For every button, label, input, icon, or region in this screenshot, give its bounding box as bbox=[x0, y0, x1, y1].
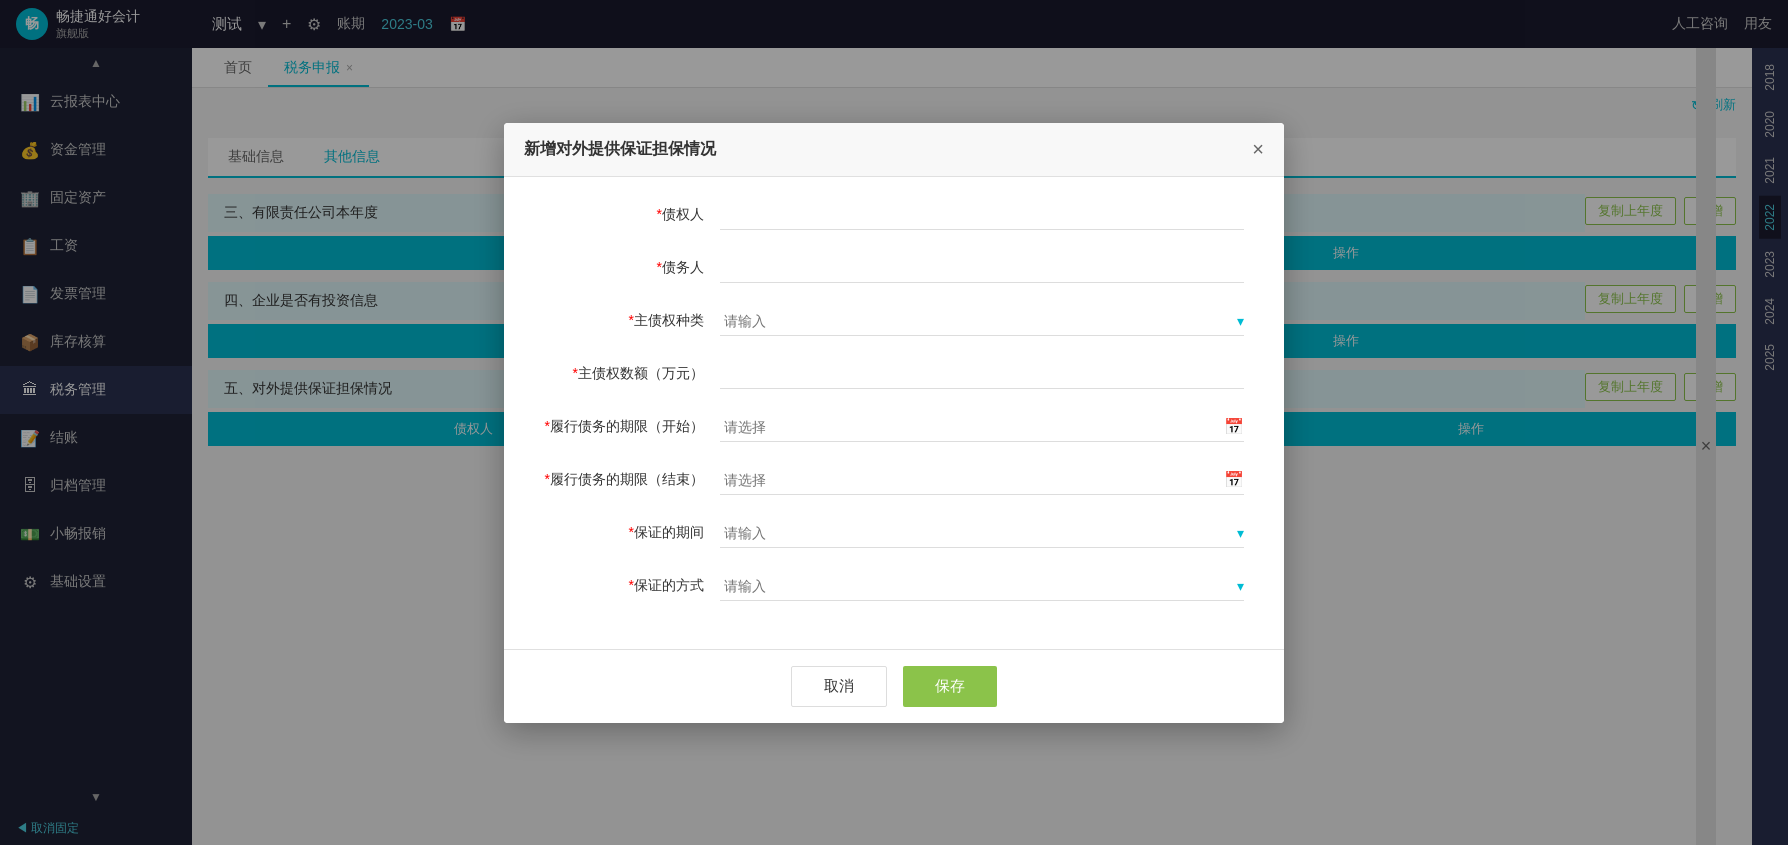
select-wrapper-period-start: 📅 bbox=[720, 413, 1244, 442]
select-wrapper-period-end: 📅 bbox=[720, 466, 1244, 495]
form-row-debtor: *债务人 bbox=[544, 254, 1244, 283]
modal-overlay: 新增对外提供保证担保情况 × *债权人 *债务人 *主债权种类 bbox=[0, 0, 1788, 845]
label-debtor: *债务人 bbox=[544, 259, 704, 277]
input-period-start[interactable] bbox=[720, 413, 1224, 441]
select-wrapper-guarantee-method: ▾ bbox=[720, 572, 1244, 601]
modal-footer: 取消 保存 bbox=[504, 649, 1284, 723]
select-wrapper-claim-type: ▾ bbox=[720, 307, 1244, 336]
modal-body: *债权人 *债务人 *主债权种类 ▾ bbox=[504, 177, 1284, 649]
select-guarantee-period[interactable] bbox=[720, 519, 1237, 547]
select-claim-type[interactable] bbox=[720, 307, 1237, 335]
save-button[interactable]: 保存 bbox=[903, 666, 997, 707]
label-guarantee-method: *保证的方式 bbox=[544, 577, 704, 595]
form-row-creditor: *债权人 bbox=[544, 201, 1244, 230]
calendar-period-end[interactable]: 📅 bbox=[1224, 470, 1244, 489]
label-creditor: *债权人 bbox=[544, 206, 704, 224]
form-row-period-start: *履行债务的期限（开始） 📅 bbox=[544, 413, 1244, 442]
label-guarantee-period: *保证的期间 bbox=[544, 524, 704, 542]
modal: 新增对外提供保证担保情况 × *债权人 *债务人 *主债权种类 bbox=[504, 123, 1284, 723]
modal-close-button[interactable]: × bbox=[1252, 139, 1264, 159]
select-wrapper-guarantee-period: ▾ bbox=[720, 519, 1244, 548]
modal-header: 新增对外提供保证担保情况 × bbox=[504, 123, 1284, 177]
chevron-guarantee-method[interactable]: ▾ bbox=[1237, 578, 1244, 594]
input-debtor[interactable] bbox=[720, 254, 1244, 283]
cancel-button[interactable]: 取消 bbox=[791, 666, 887, 707]
form-row-claim-type: *主债权种类 ▾ bbox=[544, 307, 1244, 336]
form-row-claim-amount: *主债权数额（万元） bbox=[544, 360, 1244, 389]
label-period-end: *履行债务的期限（结束） bbox=[544, 471, 704, 489]
form-row-period-end: *履行债务的期限（结束） 📅 bbox=[544, 466, 1244, 495]
select-guarantee-method[interactable] bbox=[720, 572, 1237, 600]
modal-title: 新增对外提供保证担保情况 bbox=[524, 139, 716, 160]
form-row-guarantee-period: *保证的期间 ▾ bbox=[544, 519, 1244, 548]
input-period-end[interactable] bbox=[720, 466, 1224, 494]
chevron-guarantee-period[interactable]: ▾ bbox=[1237, 525, 1244, 541]
calendar-period-start[interactable]: 📅 bbox=[1224, 417, 1244, 436]
input-creditor[interactable] bbox=[720, 201, 1244, 230]
label-period-start: *履行债务的期限（开始） bbox=[544, 418, 704, 436]
chevron-claim-type[interactable]: ▾ bbox=[1237, 313, 1244, 329]
label-claim-type: *主债权种类 bbox=[544, 312, 704, 330]
label-claim-amount: *主债权数额（万元） bbox=[544, 365, 704, 383]
input-claim-amount[interactable] bbox=[720, 360, 1244, 389]
form-row-guarantee-method: *保证的方式 ▾ bbox=[544, 572, 1244, 601]
